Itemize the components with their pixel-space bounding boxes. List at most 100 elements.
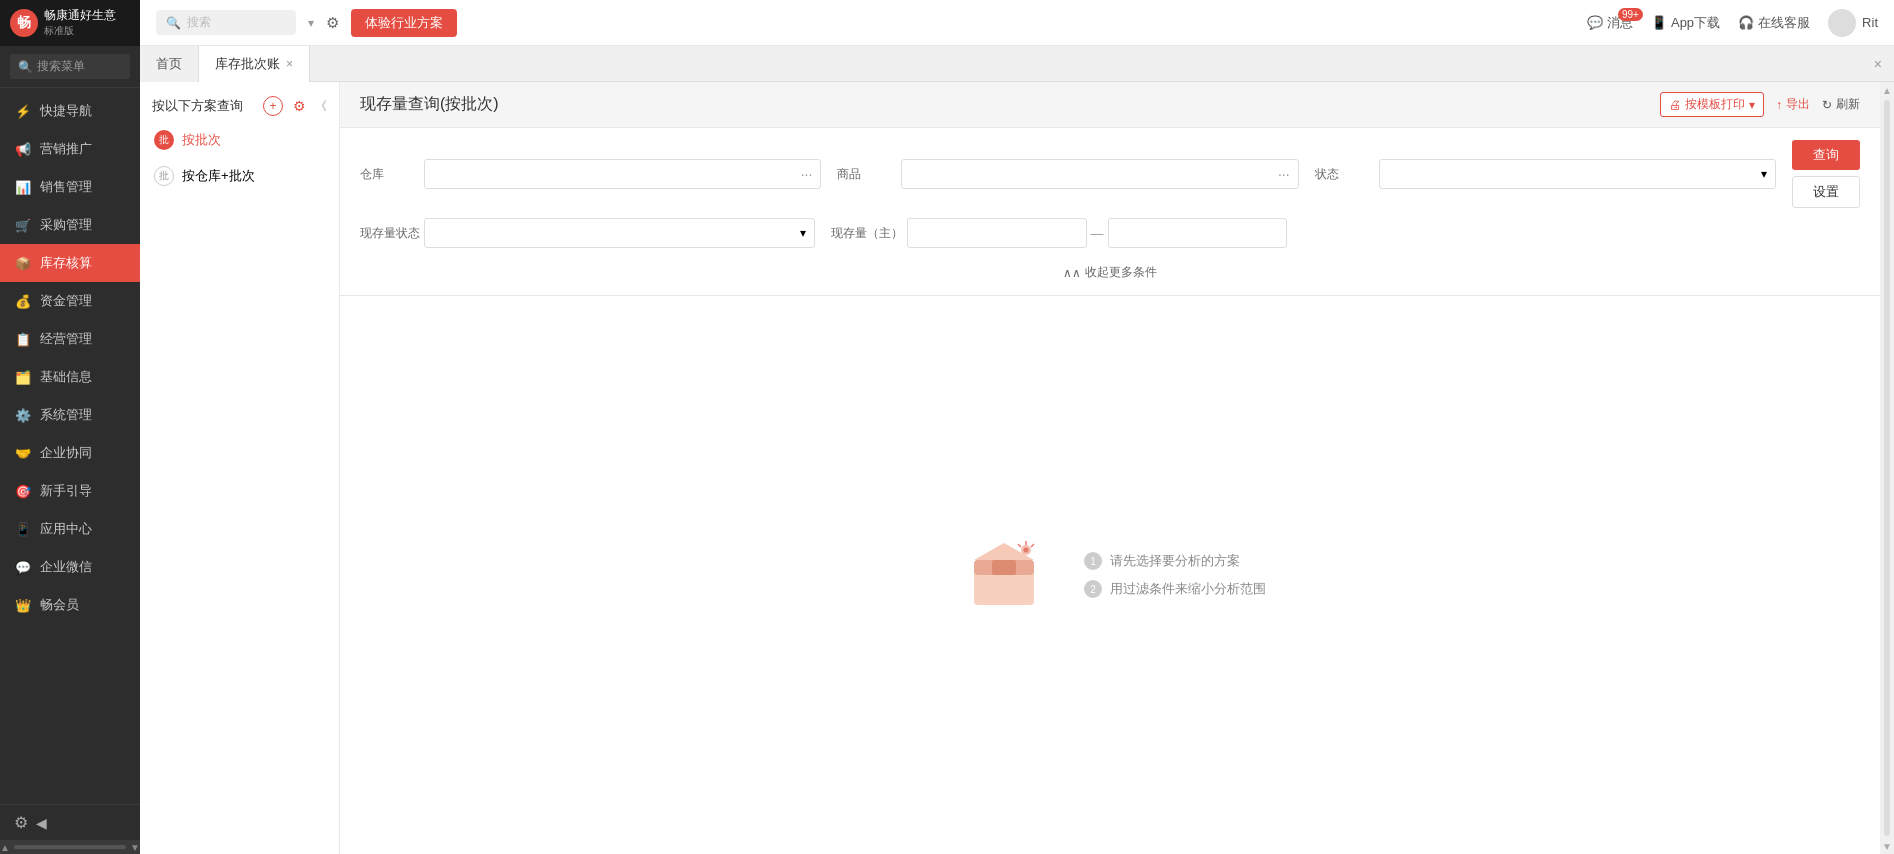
sales-icon: 📊 [14, 178, 32, 196]
sidebar-item-member[interactable]: 👑 畅会员 [0, 586, 140, 624]
sidebar-item-finance[interactable]: 💰 资金管理 [0, 282, 140, 320]
query-btn-group: 查询 设置 [1792, 140, 1860, 208]
right-scrollbar[interactable]: ▲ ▼ [1880, 82, 1894, 854]
product-label: 商品 [837, 166, 897, 183]
stock-status-label: 现存量状态 [360, 225, 420, 242]
scheme-icon-warehouse-batch: 批 [154, 166, 174, 186]
header-dropdown-icon[interactable]: ▾ [308, 16, 314, 30]
message-icon: 💬 [1587, 15, 1603, 30]
header-search-icon: 🔍 [166, 16, 181, 30]
message-action[interactable]: 💬 消息 99+ [1587, 14, 1633, 32]
warehouse-input[interactable]: ··· [424, 159, 821, 189]
gear-icon: ⚙ [293, 98, 306, 114]
add-scheme-btn[interactable]: + [263, 96, 283, 116]
header-gear-icon[interactable]: ⚙ [326, 14, 339, 32]
filter-field-product: 商品 ··· [837, 159, 1298, 189]
sidebar-item-marketing[interactable]: 📢 营销推广 [0, 130, 140, 168]
stock-status-dropdown-icon: ▾ [800, 226, 806, 240]
page-header-actions: 🖨 按模板打印 ▾ ↑ 导出 ↻ 刷新 [1660, 92, 1860, 117]
system-icon: ⚙️ [14, 406, 32, 424]
header-search-box[interactable]: 🔍 搜索 [156, 10, 296, 35]
sidebar-item-inventory[interactable]: 📦 库存核算 [0, 244, 140, 282]
collapse-panel-btn[interactable]: 《 [315, 98, 327, 115]
product-input[interactable]: ··· [901, 159, 1298, 189]
scheme-gear-btn[interactable]: ⚙ [289, 96, 309, 116]
settings-btn[interactable]: 设置 [1792, 176, 1860, 208]
scheme-item-batch[interactable]: 批 按批次 [140, 122, 339, 158]
sidebar-nav: ⚡ 快捷导航 📢 营销推广 📊 销售管理 🛒 采购管理 📦 库存核算 💰 资金管… [0, 88, 140, 804]
top-header: 🔍 搜索 ▾ ⚙ 体验行业方案 💬 消息 99+ 📱 App下载 🎧 在线客服 … [140, 0, 1894, 46]
tab-close-inventory-batch[interactable]: × [286, 57, 293, 71]
refresh-btn[interactable]: ↻ 刷新 [1822, 96, 1860, 113]
stock-qty-range: — [907, 218, 1286, 248]
stock-qty-min-input[interactable] [907, 218, 1086, 248]
empty-tips: 1 请先选择要分析的方案 2 用过滤条件来缩小分析范围 [1084, 552, 1266, 598]
status-select[interactable]: ▾ [1379, 159, 1776, 189]
stock-status-select[interactable]: ▾ [424, 218, 815, 248]
headset-icon: 🎧 [1738, 15, 1754, 30]
stock-qty-label: 现存量（主） [831, 225, 903, 242]
newuser-icon: 🎯 [14, 482, 32, 500]
svg-rect-2 [992, 560, 1016, 575]
left-panel-header: 按以下方案查询 + ⚙ 《 [140, 90, 339, 122]
app-logo: 畅 [10, 9, 38, 37]
export-btn[interactable]: ↑ 导出 [1776, 96, 1810, 113]
scroll-down-arrow[interactable]: ▼ [1880, 838, 1894, 854]
query-btn[interactable]: 查询 [1792, 140, 1860, 170]
sidebar-item-basic[interactable]: 🗂️ 基础信息 [0, 358, 140, 396]
print-btn[interactable]: 🖨 按模板打印 ▾ [1660, 92, 1764, 117]
page-header: 现存量查询(按批次) 🖨 按模板打印 ▾ ↑ 导出 ↻ 刷新 [340, 82, 1880, 128]
settings-icon[interactable]: ⚙ [14, 813, 28, 832]
sidebar-item-enterprise[interactable]: 🤝 企业协同 [0, 434, 140, 472]
scroll-up-arrow[interactable]: ▲ [1880, 82, 1894, 98]
sidebar-item-sales[interactable]: 📊 销售管理 [0, 168, 140, 206]
stock-qty-max-input[interactable] [1108, 218, 1287, 248]
purchase-icon: 🛒 [14, 216, 32, 234]
svg-line-8 [1031, 544, 1034, 547]
tab-inventory-batch[interactable]: 库存批次账 × [199, 46, 310, 82]
print-icon: 🖨 [1669, 98, 1681, 112]
app-title: 畅康通好生意 [44, 8, 116, 24]
sidebar-item-quicknav[interactable]: ⚡ 快捷导航 [0, 92, 140, 130]
sidebar-item-appcenter[interactable]: 📱 应用中心 [0, 510, 140, 548]
online-service-label: 在线客服 [1758, 14, 1810, 32]
empty-tip-1: 1 请先选择要分析的方案 [1084, 552, 1266, 570]
user-name: Rit [1862, 15, 1878, 30]
svg-line-7 [1018, 544, 1021, 547]
left-panel-title: 按以下方案查询 [152, 97, 243, 115]
svg-point-5 [1024, 548, 1029, 553]
sidebar: 畅 畅康通好生意 标准版 🔍 搜索菜单 ⚡ 快捷导航 📢 营销推广 📊 销售管理… [0, 0, 140, 854]
sidebar-search-input[interactable]: 🔍 搜索菜单 [10, 54, 130, 79]
stock-qty-sep: — [1091, 226, 1104, 241]
sidebar-header: 畅 畅康通好生意 标准版 [0, 0, 140, 46]
tab-home[interactable]: 首页 [140, 46, 199, 82]
app-download-action[interactable]: 📱 App下载 [1651, 14, 1720, 32]
appcenter-icon: 📱 [14, 520, 32, 538]
sidebar-search-area[interactable]: 🔍 搜索菜单 [0, 46, 140, 88]
enterprise-icon: 🤝 [14, 444, 32, 462]
marketing-icon: 📢 [14, 140, 32, 158]
finance-icon: 💰 [14, 292, 32, 310]
online-service-action[interactable]: 🎧 在线客服 [1738, 14, 1810, 32]
user-info[interactable]: Rit [1828, 9, 1878, 37]
tip-num-2: 2 [1084, 580, 1102, 598]
export-icon: ↑ [1776, 98, 1782, 112]
print-dropdown-icon[interactable]: ▾ [1749, 98, 1755, 112]
search-icon: 🔍 [18, 60, 33, 74]
collapse-more-btn[interactable]: ∧∧ 收起更多条件 [360, 258, 1860, 283]
sidebar-scrollbar: ▲ ▼ [0, 840, 140, 854]
sidebar-item-newuser[interactable]: 🎯 新手引导 [0, 472, 140, 510]
tab-close-all-icon[interactable]: × [1862, 56, 1894, 72]
sidebar-footer: ⚙ ◀ [0, 804, 140, 840]
sidebar-item-corpwx[interactable]: 💬 企业微信 [0, 548, 140, 586]
collapse-sidebar-icon[interactable]: ◀ [36, 815, 47, 831]
sidebar-item-operations[interactable]: 📋 经营管理 [0, 320, 140, 358]
experience-btn[interactable]: 体验行业方案 [351, 9, 457, 37]
sidebar-item-system[interactable]: ⚙️ 系统管理 [0, 396, 140, 434]
sidebar-item-purchase[interactable]: 🛒 采购管理 [0, 206, 140, 244]
scheme-item-warehouse-batch[interactable]: 批 按仓库+批次 [140, 158, 339, 194]
app-subtitle: 标准版 [44, 24, 116, 38]
warehouse-label: 仓库 [360, 166, 420, 183]
left-panel: 按以下方案查询 + ⚙ 《 批 按批次 批 按仓库+批次 [140, 82, 340, 854]
operations-icon: 📋 [14, 330, 32, 348]
